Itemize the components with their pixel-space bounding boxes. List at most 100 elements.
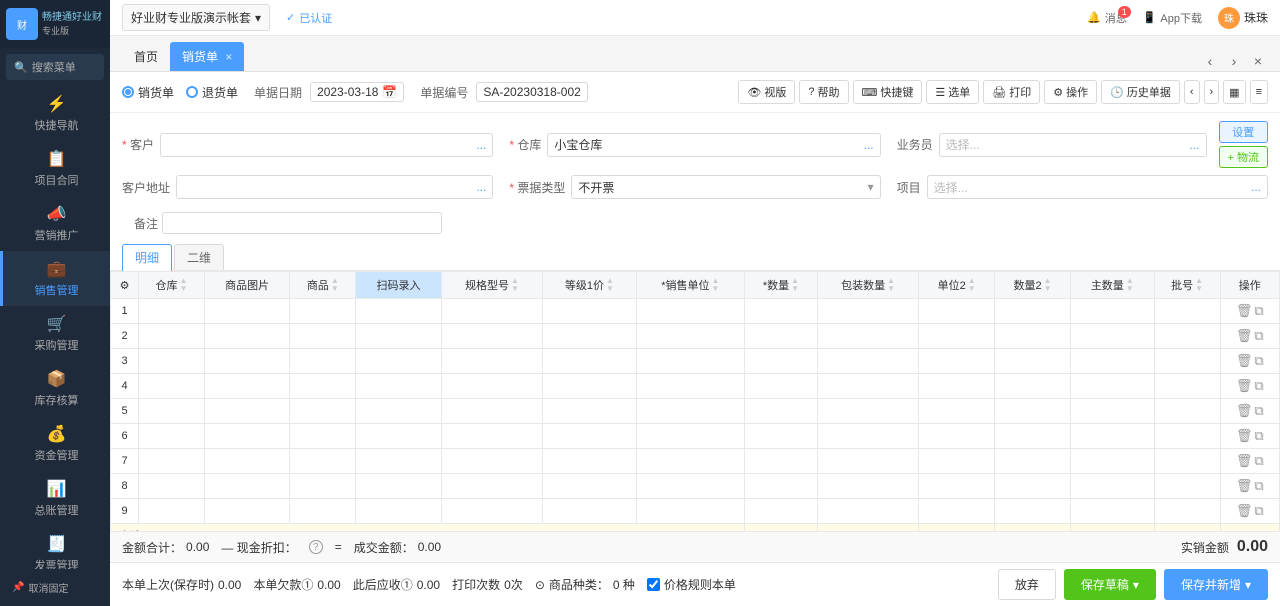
- cell-product-img[interactable]: [204, 299, 289, 324]
- cell-sales-unit[interactable]: [636, 374, 744, 399]
- cell-quantity[interactable]: [745, 399, 818, 424]
- cell-grade-price[interactable]: [543, 399, 637, 424]
- copy-row-icon[interactable]: ⧉: [1254, 503, 1263, 519]
- copy-row-icon[interactable]: ⧉: [1254, 428, 1263, 444]
- cell-warehouse[interactable]: [139, 299, 205, 324]
- cell-sales-unit[interactable]: [636, 324, 744, 349]
- set-button[interactable]: 设置: [1219, 121, 1268, 143]
- delete-row-icon[interactable]: 🗑: [1236, 378, 1253, 394]
- cell-product-img[interactable]: [204, 424, 289, 449]
- cell-qty2[interactable]: [995, 424, 1071, 449]
- cell-main-qty[interactable]: [1070, 349, 1154, 374]
- copy-row-icon[interactable]: ⧉: [1254, 478, 1263, 494]
- cell-grade-price[interactable]: [543, 374, 637, 399]
- next-button[interactable]: ›: [1224, 51, 1244, 71]
- cell-batch-import[interactable]: [356, 349, 441, 374]
- cell-product-img[interactable]: [204, 349, 289, 374]
- print-button[interactable]: 🖨 打印: [983, 80, 1040, 104]
- sidebar-item-invoice[interactable]: 🧾 发票管理: [0, 526, 110, 569]
- tab-erwei[interactable]: 二维: [174, 244, 224, 270]
- sidebar-item-accounting[interactable]: 📊 总账管理: [0, 471, 110, 526]
- cell-main-qty[interactable]: [1070, 299, 1154, 324]
- cell-batch[interactable]: [1154, 399, 1220, 424]
- sidebar-item-marketing[interactable]: 📣 营销推广: [0, 196, 110, 251]
- radio-return[interactable]: 退货单: [186, 84, 238, 101]
- address-more-icon[interactable]: ...: [476, 180, 486, 194]
- cell-unit2[interactable]: [919, 499, 995, 524]
- cell-spec[interactable]: [441, 449, 542, 474]
- cell-batch[interactable]: [1154, 299, 1220, 324]
- list-view-button[interactable]: ≡: [1250, 80, 1268, 104]
- close-button[interactable]: ×: [1248, 51, 1268, 71]
- app-download-button[interactable]: 📱 App下载: [1143, 10, 1202, 26]
- tab-close-icon[interactable]: ×: [225, 50, 232, 64]
- add-logistics-button[interactable]: + 物流: [1219, 146, 1268, 168]
- operate-button[interactable]: ⚙ 操作: [1044, 80, 1097, 104]
- sidebar-item-inventory[interactable]: 📦 库存核算: [0, 361, 110, 416]
- cell-product-img[interactable]: [204, 324, 289, 349]
- select-button[interactable]: ☰ 选单: [926, 80, 979, 104]
- cell-spec[interactable]: [441, 424, 542, 449]
- cell-main-qty[interactable]: [1070, 424, 1154, 449]
- cell-product-img[interactable]: [204, 449, 289, 474]
- cell-sales-unit[interactable]: [636, 449, 744, 474]
- cell-batch-import[interactable]: [356, 499, 441, 524]
- cell-spec[interactable]: [441, 474, 542, 499]
- cell-quantity[interactable]: [745, 424, 818, 449]
- project-more-icon[interactable]: ...: [1251, 180, 1261, 194]
- salesperson-more-icon[interactable]: ...: [1190, 138, 1200, 152]
- cell-sales-unit[interactable]: [636, 499, 744, 524]
- cell-main-qty[interactable]: [1070, 449, 1154, 474]
- messages-button[interactable]: 🔔 消息 1: [1087, 10, 1127, 26]
- cell-pack-qty[interactable]: [817, 399, 918, 424]
- sidebar-item-fund[interactable]: 💰 资金管理: [0, 416, 110, 471]
- cell-spec[interactable]: [441, 299, 542, 324]
- cell-qty2[interactable]: [995, 349, 1071, 374]
- salesperson-input[interactable]: 选择... ...: [939, 133, 1207, 157]
- cell-main-qty[interactable]: [1070, 324, 1154, 349]
- cell-batch[interactable]: [1154, 424, 1220, 449]
- cell-warehouse[interactable]: [139, 399, 205, 424]
- number-value[interactable]: SA-20230318-002: [476, 82, 587, 102]
- cell-batch-import[interactable]: [356, 424, 441, 449]
- price-standard-checkbox[interactable]: 价格规则本单: [647, 576, 736, 593]
- cell-batch-import[interactable]: [356, 299, 441, 324]
- customer-more-icon[interactable]: ...: [476, 138, 486, 152]
- copy-row-icon[interactable]: ⧉: [1254, 453, 1263, 469]
- cell-product[interactable]: [290, 324, 356, 349]
- th-settings[interactable]: ⚙: [111, 272, 139, 299]
- user-menu[interactable]: 珠 珠珠: [1218, 7, 1268, 29]
- cell-batch-import[interactable]: [356, 324, 441, 349]
- cell-warehouse[interactable]: [139, 424, 205, 449]
- cell-main-qty[interactable]: [1070, 399, 1154, 424]
- delete-row-icon[interactable]: 🗑: [1236, 328, 1253, 344]
- cell-unit2[interactable]: [919, 449, 995, 474]
- cell-product[interactable]: [290, 474, 356, 499]
- prev-arrow-button[interactable]: ‹: [1184, 80, 1200, 104]
- customer-input[interactable]: ...: [160, 133, 493, 157]
- cell-unit2[interactable]: [919, 399, 995, 424]
- company-selector[interactable]: 好业财专业版演示帐套 ▾: [122, 4, 270, 31]
- invoice-select[interactable]: 不开票 ▾: [571, 175, 880, 199]
- cell-qty2[interactable]: [995, 299, 1071, 324]
- cell-quantity[interactable]: [745, 299, 818, 324]
- save-draft-button[interactable]: 保存草稿 ▾: [1064, 569, 1156, 600]
- copy-row-icon[interactable]: ⧉: [1254, 353, 1263, 369]
- help-button[interactable]: ? 帮助: [799, 80, 848, 104]
- cell-product[interactable]: [290, 349, 356, 374]
- cell-batch-import[interactable]: [356, 374, 441, 399]
- cell-spec[interactable]: [441, 499, 542, 524]
- cell-quantity[interactable]: [745, 324, 818, 349]
- sidebar-item-quick-nav[interactable]: ⚡ 快捷导航: [0, 86, 110, 141]
- cell-pack-qty[interactable]: [817, 374, 918, 399]
- cell-main-qty[interactable]: [1070, 499, 1154, 524]
- cell-product[interactable]: [290, 449, 356, 474]
- delete-row-icon[interactable]: 🗑: [1236, 503, 1253, 519]
- cell-unit2[interactable]: [919, 474, 995, 499]
- cell-pack-qty[interactable]: [817, 349, 918, 374]
- cell-warehouse[interactable]: [139, 449, 205, 474]
- cell-sales-unit[interactable]: [636, 349, 744, 374]
- cell-grade-price[interactable]: [543, 299, 637, 324]
- cell-qty2[interactable]: [995, 324, 1071, 349]
- cell-pack-qty[interactable]: [817, 324, 918, 349]
